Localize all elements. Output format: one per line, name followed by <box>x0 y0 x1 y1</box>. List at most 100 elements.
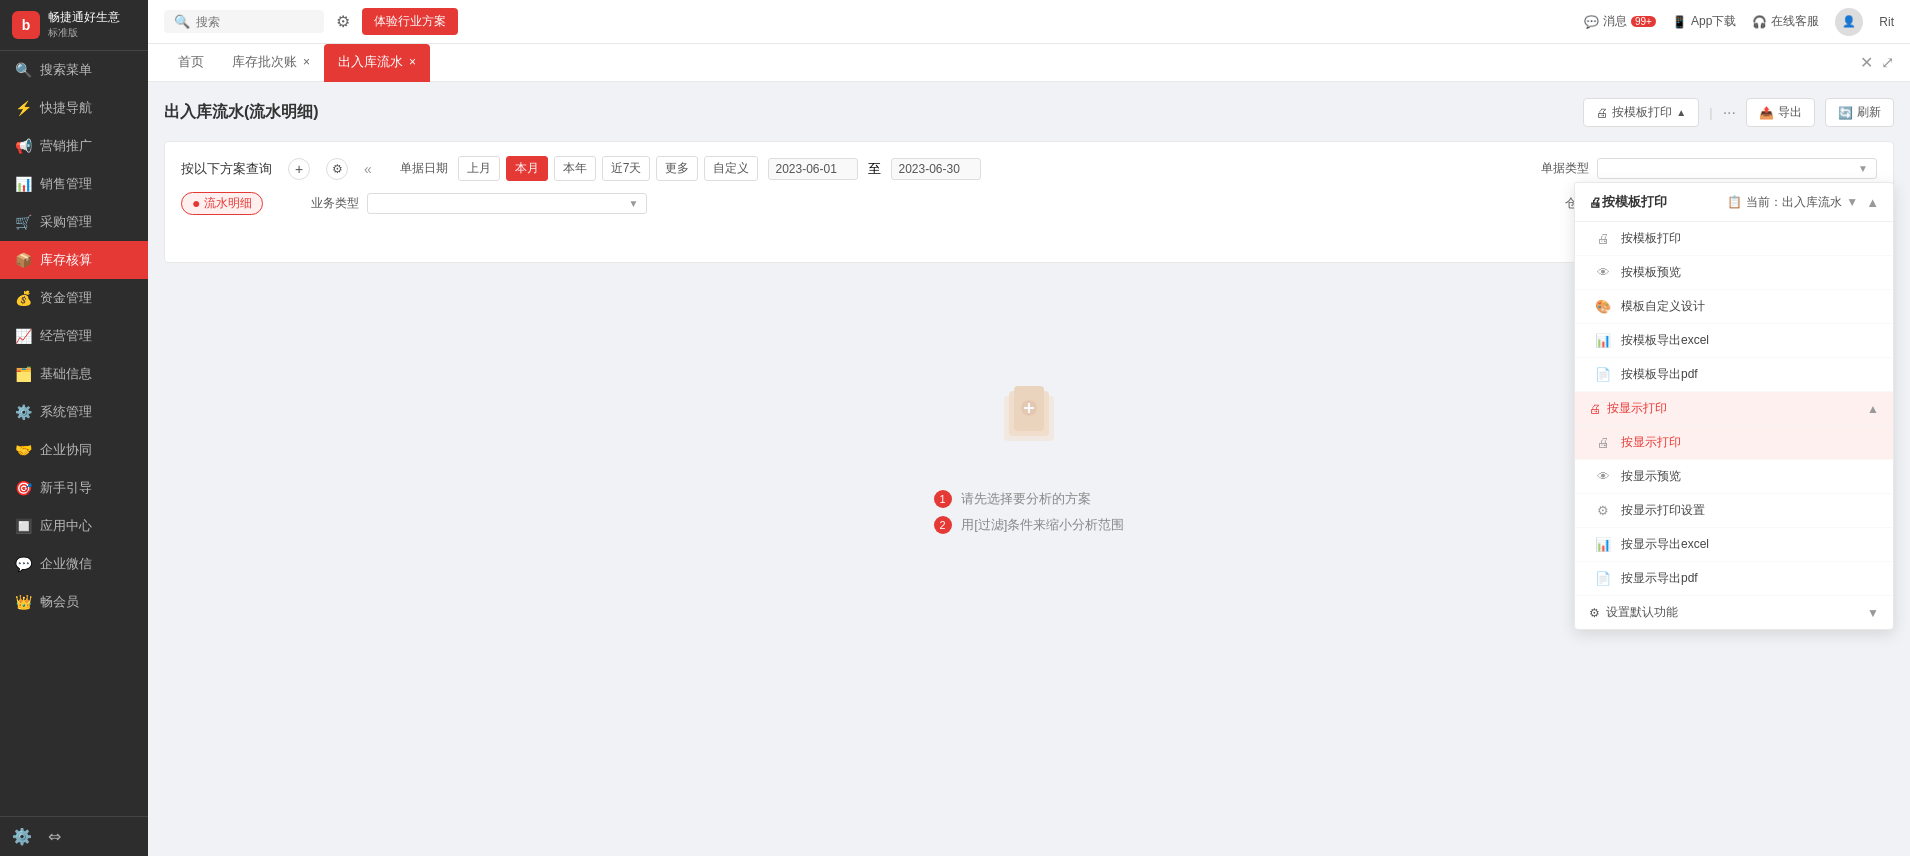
filter-add-btn[interactable]: + <box>288 158 310 180</box>
tab-close-inout[interactable]: × <box>409 55 416 69</box>
default-func-icon: ⚙ <box>1589 606 1600 620</box>
voucher-chevron-down-icon: ▼ <box>1858 163 1868 174</box>
filter-collapse-btn[interactable]: « <box>364 161 372 177</box>
dropdown-item-display-preview[interactable]: 👁 按显示预览 <box>1575 460 1893 494</box>
sidebar-item-inventory[interactable]: 📦 库存核算 <box>0 241 148 279</box>
filter-top-row: 按以下方案查询 + ⚙ « 单据日期 上月 本月 本年 近7天 更多 自定义 至 <box>181 156 1877 181</box>
service-icon: 🎧 <box>1752 15 1767 29</box>
sales-icon: 📊 <box>14 176 32 192</box>
date-filter: 上月 本月 本年 近7天 更多 自定义 <box>458 156 759 181</box>
sidebar-item-guide[interactable]: 🎯 新手引导 <box>0 469 148 507</box>
tab-batch-ledger[interactable]: 库存批次账 × <box>218 44 324 82</box>
sidebar-item-weixin[interactable]: 💬 企业微信 <box>0 545 148 583</box>
template-pdf-icon: 📄 <box>1595 367 1611 383</box>
sidebar-item-basic-info[interactable]: 🗂️ 基础信息 <box>0 355 148 393</box>
username-label: Rit <box>1879 15 1894 29</box>
finance-icon: 💰 <box>14 290 32 306</box>
industry-btn[interactable]: 体验行业方案 <box>362 8 458 35</box>
sidebar-item-appstore[interactable]: 🔲 应用中心 <box>0 507 148 545</box>
current-chevron-icon: ▼ <box>1846 195 1858 209</box>
sidebar-item-finance[interactable]: 💰 资金管理 <box>0 279 148 317</box>
voucher-type-select[interactable]: ▼ <box>1597 158 1877 179</box>
dropdown-item-display-print[interactable]: 🖨 按显示打印 <box>1575 426 1893 460</box>
template-print-icon: 🖨 <box>1595 231 1611 247</box>
operations-icon: 📈 <box>14 328 32 344</box>
dropdown-item-display-pdf[interactable]: 📄 按显示导出pdf <box>1575 562 1893 596</box>
sidebar-bottom: ⚙️ ⇔ <box>0 816 148 856</box>
dropdown-item-template-print[interactable]: 🖨 按模板打印 <box>1575 222 1893 256</box>
dropdown-item-display-settings[interactable]: ⚙ 按显示打印设置 <box>1575 494 1893 528</box>
dropdown-item-display-excel[interactable]: 📊 按显示导出excel <box>1575 528 1893 562</box>
tab-close-batch[interactable]: × <box>303 55 310 69</box>
topbar-search-box[interactable]: 🔍 <box>164 10 324 33</box>
sidebar-item-sales[interactable]: 📊 销售管理 <box>0 165 148 203</box>
date-from-input[interactable] <box>768 158 858 180</box>
more-actions-icon[interactable]: ··· <box>1723 104 1736 122</box>
date-btn-7days[interactable]: 近7天 <box>602 156 651 181</box>
topbar-search-input[interactable] <box>196 15 314 29</box>
app-download-icon: 📱 <box>1672 15 1687 29</box>
print-icon: 🖨 <box>1596 106 1608 120</box>
dropdown-collapse-icon[interactable]: ▲ <box>1866 195 1879 210</box>
date-btn-this-year[interactable]: 本年 <box>554 156 596 181</box>
main: 🔍 ⚙ 体验行业方案 💬 消息 99+ 📱 App下载 🎧 在线客服 👤 Rit <box>148 0 1910 856</box>
date-btn-last-month[interactable]: 上月 <box>458 156 500 181</box>
topbar-search-icon: 🔍 <box>174 14 190 29</box>
sidebar-collapse-icon[interactable]: ⇔ <box>48 827 61 846</box>
print-template-btn[interactable]: 🖨 按模板打印 ▲ <box>1583 98 1699 127</box>
chip-dot-icon: ● <box>192 195 200 211</box>
dropdown-default-func[interactable]: ⚙ 设置默认功能 ▼ <box>1575 596 1893 629</box>
sidebar-item-operations[interactable]: 📈 经营管理 <box>0 317 148 355</box>
sidebar: b 畅捷通好生意 标准版 🔍 搜索菜单 ⚡ 快捷导航 📢 营销推广 📊 销售管理… <box>0 0 148 856</box>
tab-inout-flow[interactable]: 出入库流水 × <box>324 44 430 82</box>
sidebar-item-enterprise[interactable]: 🤝 企业协同 <box>0 431 148 469</box>
chevron-up-icon: ▲ <box>1676 107 1686 118</box>
dropdown-item-template-pdf[interactable]: 📄 按模板导出pdf <box>1575 358 1893 392</box>
sidebar-item-system[interactable]: ⚙️ 系统管理 <box>0 393 148 431</box>
tabs-expand-btn[interactable]: ⤢ <box>1881 53 1894 72</box>
refresh-btn[interactable]: 🔄 刷新 <box>1825 98 1894 127</box>
dropdown-item-template-preview[interactable]: 👁 按模板预览 <box>1575 256 1893 290</box>
empty-illustration <box>989 376 1069 470</box>
template-excel-icon: 📊 <box>1595 333 1611 349</box>
tab-home[interactable]: 首页 <box>164 44 218 82</box>
topbar-gear-icon[interactable]: ⚙ <box>336 12 350 31</box>
sidebar-settings-icon[interactable]: ⚙️ <box>12 827 32 846</box>
page-title: 出入库流水(流水明细) <box>164 102 319 123</box>
export-btn[interactable]: 📤 导出 <box>1746 98 1815 127</box>
display-chevron-up-icon[interactable]: ▲ <box>1867 402 1879 416</box>
message-badge: 99+ <box>1631 16 1656 27</box>
date-btn-this-month[interactable]: 本月 <box>506 156 548 181</box>
marketing-icon: 📢 <box>14 138 32 154</box>
date-btn-custom[interactable]: 自定义 <box>704 156 758 181</box>
topbar-online-service[interactable]: 🎧 在线客服 <box>1752 13 1819 30</box>
dropdown-display-section: 🖨 按显示打印 ▲ <box>1575 392 1893 426</box>
sidebar-item-member[interactable]: 👑 畅会员 <box>0 583 148 621</box>
date-btn-more[interactable]: 更多 <box>656 156 698 181</box>
biz-type-select[interactable]: ▼ <box>367 193 647 214</box>
sidebar-item-marketing[interactable]: 📢 营销推广 <box>0 127 148 165</box>
sidebar-item-quick-nav[interactable]: ⚡ 快捷导航 <box>0 89 148 127</box>
default-chevron-down-icon: ▼ <box>1867 606 1879 620</box>
current-template-icon: 📋 <box>1727 195 1742 209</box>
tabs-close-all-btn[interactable]: ✕ <box>1860 53 1873 72</box>
basic-info-icon: 🗂️ <box>14 366 32 382</box>
dropdown-item-template-design[interactable]: 🎨 模板自定义设计 <box>1575 290 1893 324</box>
filter-settings-btn[interactable]: ⚙ <box>326 158 348 180</box>
date-label: 单据日期 <box>400 160 448 177</box>
filter-chip-flow-detail[interactable]: ● 流水明细 <box>181 192 263 215</box>
sidebar-logo: b 畅捷通好生意 标准版 <box>0 0 148 51</box>
page-content: 出入库流水(流水明细) 🖨 按模板打印 ▲ | ··· 📤 导出 🔄 刷新 <box>148 82 1910 856</box>
enterprise-icon: 🤝 <box>14 442 32 458</box>
dropdown-item-template-excel[interactable]: 📊 按模板导出excel <box>1575 324 1893 358</box>
display-print-icon: 🖨 <box>1595 435 1611 451</box>
topbar-app-download[interactable]: 📱 App下载 <box>1672 13 1736 30</box>
display-excel-icon: 📊 <box>1595 537 1611 553</box>
sidebar-item-purchase[interactable]: 🛒 采购管理 <box>0 203 148 241</box>
topbar-messages[interactable]: 💬 消息 99+ <box>1584 13 1656 30</box>
date-to-input[interactable] <box>891 158 981 180</box>
display-settings-icon: ⚙ <box>1595 503 1611 519</box>
dropdown-print-icon: 🖨 <box>1589 195 1602 210</box>
weixin-icon: 💬 <box>14 556 32 572</box>
sidebar-item-search[interactable]: 🔍 搜索菜单 <box>0 51 148 89</box>
